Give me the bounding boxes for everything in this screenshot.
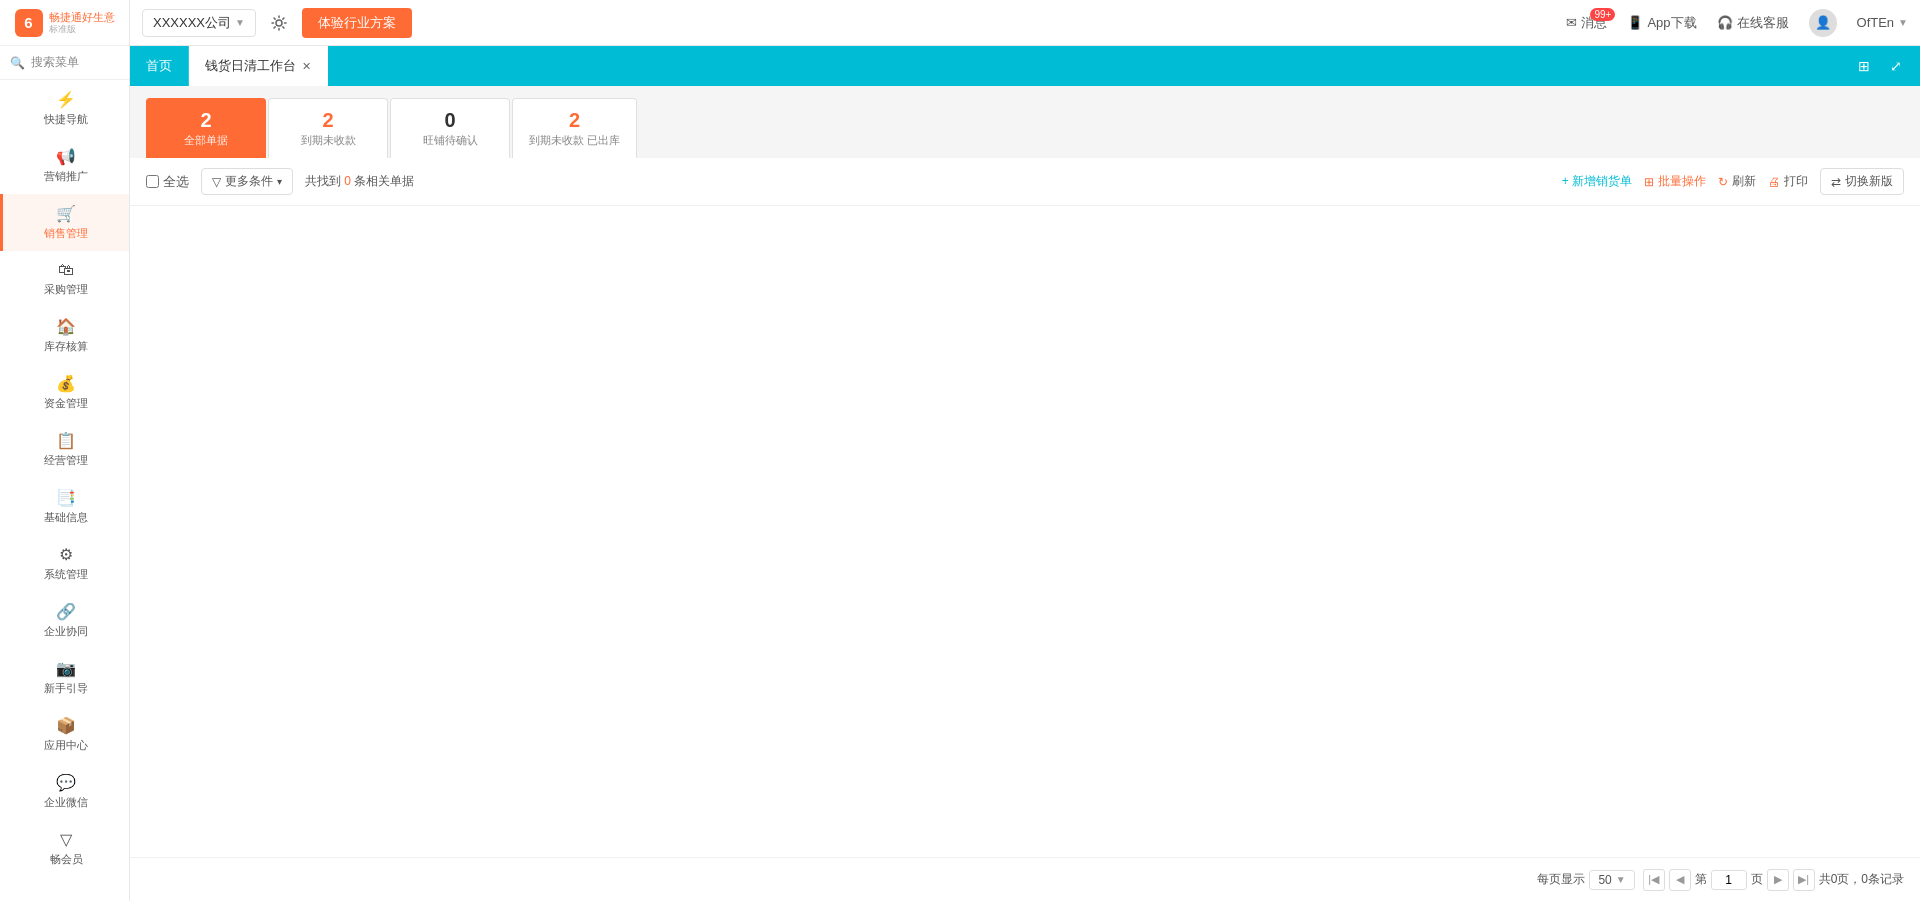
batch-icon: ⊞	[1644, 175, 1654, 189]
enterprise-icon: 🔗	[56, 602, 76, 621]
sales-icon: 🛒	[56, 204, 76, 223]
message-badge: 99+	[1590, 8, 1615, 21]
purchase-icon: 🛍	[58, 261, 74, 279]
logo-icon: 6	[15, 9, 43, 37]
user-dropdown-icon: ▼	[1898, 17, 1908, 28]
sidebar-item-operations[interactable]: 📋 经营管理	[0, 421, 129, 478]
app-center-icon: 📦	[56, 716, 76, 735]
header-right: ✉ 消息 99+ 📱 App下载 🎧 在线客服 👤 OfTEn ▼	[1566, 9, 1908, 37]
nav-tabs: 首页 钱货日清工作台 ✕ ⊞ ⤢	[130, 46, 1920, 86]
stats-tab-overdue[interactable]: 2 到期未收款	[268, 98, 388, 158]
toolbar-right: + 新增销货单 ⊞ 批量操作 ↻ 刷新 🖨 打印 ⇄ 切换新版	[1562, 168, 1904, 195]
stats-tab-overdue-shipped[interactable]: 2 到期未收款 已出库	[512, 98, 637, 158]
system-icon: ⚙	[59, 545, 73, 564]
tab-cash-flow[interactable]: 钱货日清工作台 ✕	[189, 46, 328, 86]
toolbar: 全选 ▽ 更多条件 ▾ 共找到 0 条相关单据 + 新增销货单 ⊞	[130, 158, 1920, 206]
sidebar-item-basic-info[interactable]: 📑 基础信息	[0, 478, 129, 535]
svg-point-0	[276, 20, 282, 26]
basic-info-icon: 📑	[56, 488, 76, 507]
sidebar-item-sales[interactable]: 🛒 销售管理	[0, 194, 129, 251]
filter-chevron-icon: ▾	[277, 176, 282, 187]
main-content: 2 全部单据 2 到期未收款 0 旺铺待确认 2 到期未收款 已出库 全选	[130, 86, 1920, 901]
pagination: 每页显示 50 ▼ |◀ ◀ 第 页 ▶ ▶| 共0页，0条记录	[130, 857, 1920, 901]
print-button[interactable]: 🖨 打印	[1768, 173, 1808, 190]
switch-version-button[interactable]: ⇄ 切换新版	[1820, 168, 1904, 195]
batch-operation-button[interactable]: ⊞ 批量操作	[1644, 173, 1706, 190]
page-size-dropdown[interactable]: 50 ▼	[1589, 870, 1634, 890]
sidebar-item-marketing[interactable]: 📢 营销推广	[0, 137, 129, 194]
phone-icon: 📱	[1627, 15, 1643, 30]
prev-page-button[interactable]: ◀	[1669, 869, 1691, 891]
found-count-display: 共找到 0 条相关单据	[305, 173, 414, 190]
fullscreen-icon[interactable]: ⤢	[1884, 54, 1908, 78]
page-size-arrow-icon: ▼	[1616, 874, 1626, 885]
user-icon: 👤	[1815, 15, 1831, 30]
marketing-icon: 📢	[56, 147, 76, 166]
stats-tabs: 2 全部单据 2 到期未收款 0 旺铺待确认 2 到期未收款 已出库	[130, 86, 1920, 158]
sidebar-item-wechat[interactable]: 💬 企业微信	[0, 763, 129, 820]
tab-actions: ⊞ ⤢	[1852, 54, 1920, 78]
sidebar-item-enterprise[interactable]: 🔗 企业协同	[0, 592, 129, 649]
table-area	[130, 206, 1920, 857]
quick-nav-icon: ⚡	[56, 90, 76, 109]
sidebar-logo: 6 畅捷通好生意 标准版	[0, 0, 129, 46]
next-page-button[interactable]: ▶	[1767, 869, 1789, 891]
page-summary: 共0页，0条记录	[1819, 871, 1904, 888]
search-menu[interactable]: 🔍 搜索菜单	[0, 46, 129, 80]
operations-icon: 📋	[56, 431, 76, 450]
finance-icon: 💰	[56, 374, 76, 393]
filter-icon: ▽	[212, 175, 221, 189]
service-icon: 🎧	[1717, 15, 1733, 30]
app-download-button[interactable]: 📱 App下载	[1627, 14, 1696, 32]
sidebar-item-member[interactable]: ▽ 畅会员	[0, 820, 129, 877]
header-left: XXXXXX公司 ▼ 体验行业方案	[142, 8, 412, 38]
refresh-icon: ↻	[1718, 175, 1728, 189]
print-icon: 🖨	[1768, 175, 1780, 189]
select-all-checkbox[interactable]: 全选	[146, 173, 189, 191]
sidebar: 6 畅捷通好生意 标准版 🔍 搜索菜单 ⚡ 快捷导航 📢 营销推广 🛒 销售管理…	[0, 0, 130, 901]
sidebar-item-app-center[interactable]: 📦 应用中心	[0, 706, 129, 763]
tab-home[interactable]: 首页	[130, 46, 189, 86]
logo-text: 畅捷通好生意 标准版	[49, 10, 115, 36]
sidebar-item-finance[interactable]: 💰 资金管理	[0, 364, 129, 421]
sidebar-item-purchase[interactable]: 🛍 采购管理	[0, 251, 129, 307]
online-service-button[interactable]: 🎧 在线客服	[1717, 14, 1789, 32]
stats-tab-all[interactable]: 2 全部单据	[146, 98, 266, 158]
search-icon: 🔍	[10, 56, 25, 70]
wechat-icon: 💬	[56, 773, 76, 792]
content-area: 2 全部单据 2 到期未收款 0 旺铺待确认 2 到期未收款 已出库 全选	[130, 86, 1920, 901]
switch-icon: ⇄	[1831, 175, 1841, 189]
member-icon: ▽	[60, 830, 72, 849]
dropdown-arrow-icon: ▼	[235, 17, 245, 28]
first-page-button[interactable]: |◀	[1643, 869, 1665, 891]
expand-icon[interactable]: ⊞	[1852, 54, 1876, 78]
inventory-icon: 🏠	[56, 317, 76, 336]
sidebar-item-system[interactable]: ⚙ 系统管理	[0, 535, 129, 592]
stats-tab-wangwang[interactable]: 0 旺铺待确认	[390, 98, 510, 158]
add-sales-order-button[interactable]: + 新增销货单	[1562, 173, 1632, 190]
messages-button[interactable]: ✉ 消息 99+	[1566, 14, 1607, 32]
message-icon: ✉	[1566, 15, 1577, 30]
guide-icon: 📷	[56, 659, 76, 678]
page-navigation: |◀ ◀ 第 页 ▶ ▶| 共0页，0条记录	[1643, 869, 1904, 891]
select-all-input[interactable]	[146, 175, 159, 188]
last-page-button[interactable]: ▶|	[1793, 869, 1815, 891]
filter-button[interactable]: ▽ 更多条件 ▾	[201, 168, 293, 195]
avatar[interactable]: 👤	[1809, 9, 1837, 37]
trial-button[interactable]: 体验行业方案	[302, 8, 412, 38]
settings-button[interactable]	[264, 8, 294, 38]
page-size-selector: 每页显示 50 ▼	[1537, 870, 1634, 890]
tab-close-icon[interactable]: ✕	[302, 60, 311, 73]
username-display: OfTEn ▼	[1857, 15, 1908, 30]
sidebar-item-quick-nav[interactable]: ⚡ 快捷导航	[0, 80, 129, 137]
company-selector[interactable]: XXXXXX公司 ▼	[142, 9, 256, 37]
top-header: XXXXXX公司 ▼ 体验行业方案 ✉ 消息 99+ 📱 App下载 🎧 在线客…	[130, 0, 1920, 46]
sidebar-item-guide[interactable]: 📷 新手引导	[0, 649, 129, 706]
refresh-button[interactable]: ↻ 刷新	[1718, 173, 1756, 190]
page-number-input[interactable]	[1711, 870, 1747, 890]
sidebar-nav: ⚡ 快捷导航 📢 营销推广 🛒 销售管理 🛍 采购管理 🏠 库存核算 💰 资金管…	[0, 80, 129, 901]
toolbar-left: 全选 ▽ 更多条件 ▾ 共找到 0 条相关单据	[146, 168, 1550, 195]
sidebar-item-inventory[interactable]: 🏠 库存核算	[0, 307, 129, 364]
